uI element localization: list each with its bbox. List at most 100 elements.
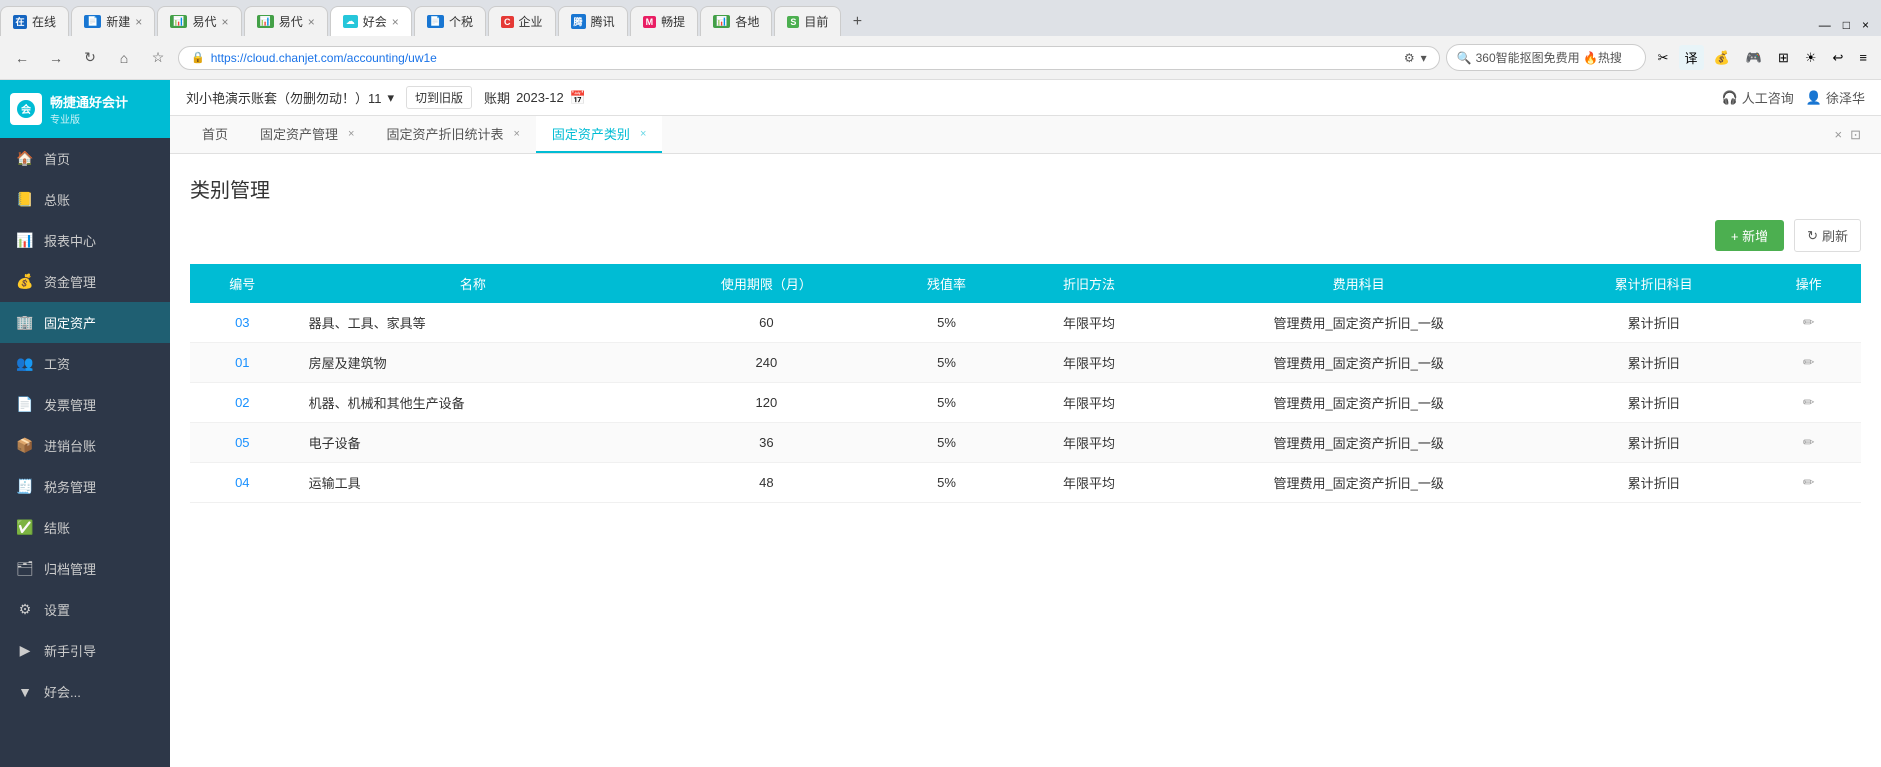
cell-period-0: 60	[651, 303, 882, 343]
browser-tab-3[interactable]: 📊 易代 ×	[157, 6, 241, 36]
translate-button[interactable]: 译	[1679, 45, 1704, 70]
home-button[interactable]: ⌂	[110, 44, 138, 72]
cell-expense-4: 管理费用_固定资产折旧_一级	[1166, 463, 1550, 503]
panel-expand-button[interactable]: ⊡	[1850, 127, 1861, 143]
browser-window-controls: — □ ×	[1815, 14, 1881, 36]
sidebar-item-inventory[interactable]: 📦 进销台账	[0, 425, 170, 466]
calendar-icon[interactable]: 📅	[570, 90, 586, 106]
tab-fixed-mgmt[interactable]: 固定资产管理 ×	[244, 116, 370, 153]
tab10-label: 各地	[735, 13, 759, 30]
edit-button-2[interactable]: ✏	[1803, 394, 1815, 410]
user-dropdown-icon[interactable]: ▾	[388, 90, 395, 106]
back-button[interactable]: ←	[8, 44, 36, 72]
sidebar-item-invoice[interactable]: 📄 发票管理	[0, 384, 170, 425]
refresh-icon: ↻	[1807, 228, 1818, 244]
tab5-close[interactable]: ×	[392, 15, 399, 29]
tab2-icon: 📄	[84, 15, 101, 28]
address-bar[interactable]: 🔒 https://cloud.chanjet.com/accounting/u…	[178, 46, 1440, 70]
sidebar-item-archive[interactable]: 🗂 归档管理	[0, 548, 170, 589]
sun-button[interactable]: ☀	[1799, 47, 1823, 69]
browser-tab-7[interactable]: C 企业	[488, 6, 556, 36]
edit-button-1[interactable]: ✏	[1803, 354, 1815, 370]
cell-action-1[interactable]: ✏	[1756, 343, 1861, 383]
browser-tab-4[interactable]: 📊 易代 ×	[244, 6, 328, 36]
edit-button-0[interactable]: ✏	[1803, 314, 1815, 330]
browser-tab-8[interactable]: 腾 腾讯	[558, 6, 628, 36]
more-icon: ▼	[16, 684, 34, 700]
sidebar-item-more[interactable]: ▼ 好会...	[0, 671, 170, 712]
maximize-button[interactable]: □	[1839, 14, 1854, 36]
tab9-label: 畅提	[661, 13, 685, 30]
new-tab-button[interactable]: +	[843, 8, 871, 36]
reload-button[interactable]: ↻	[76, 44, 104, 72]
cell-residual-3: 5%	[882, 423, 1012, 463]
minimize-button[interactable]: —	[1815, 14, 1835, 36]
address-bar-settings-icon[interactable]: ⚙	[1404, 51, 1415, 65]
tab6-icon: 📄	[427, 15, 444, 28]
game-button[interactable]: 🎮	[1740, 47, 1768, 69]
tab-category-close[interactable]: ×	[640, 128, 646, 140]
tab4-close[interactable]: ×	[308, 15, 315, 29]
browser-menu-button[interactable]: ≡	[1853, 47, 1873, 68]
cell-action-3[interactable]: ✏	[1756, 423, 1861, 463]
panel-close-button[interactable]: ×	[1835, 127, 1843, 143]
tab-depreciation[interactable]: 固定资产折旧统计表 ×	[370, 116, 535, 153]
sidebar-item-tax[interactable]: 🧾 税务管理	[0, 466, 170, 507]
cell-action-2[interactable]: ✏	[1756, 383, 1861, 423]
sidebar-archive-label: 归档管理	[44, 559, 96, 578]
sidebar-item-funds[interactable]: 💰 资金管理	[0, 261, 170, 302]
service-button[interactable]: 🎧 人工咨询	[1722, 88, 1794, 107]
browser-tab-11[interactable]: S 目前	[774, 6, 841, 36]
switch-version-button[interactable]: 切到旧版	[406, 86, 472, 109]
browser-tab-1[interactable]: 在 在线	[0, 6, 69, 36]
tab-fixed-mgmt-label: 固定资产管理	[260, 124, 338, 143]
cell-accumulated-2: 累计折旧	[1551, 383, 1756, 423]
sidebar-item-ledger[interactable]: 📒 总账	[0, 179, 170, 220]
browser-tab-9[interactable]: M 畅提	[630, 6, 699, 36]
sidebar-item-settings[interactable]: ⚙ 设置	[0, 589, 170, 630]
add-button[interactable]: + 新增	[1715, 220, 1784, 251]
close-window-button[interactable]: ×	[1858, 14, 1873, 36]
sidebar: 会 畅捷通好会计 专业版 🏠 首页 📒 总账 📊 报表中心 💰 资金管理 🏢 固…	[0, 80, 170, 767]
browser-tab-10[interactable]: 📊 各地	[700, 6, 772, 36]
table-row: 02 机器、机械和其他生产设备 120 5% 年限平均 管理费用_固定资产折旧_…	[190, 383, 1861, 423]
refresh-button[interactable]: ↻ 刷新	[1794, 219, 1861, 252]
address-bar-dropdown-icon[interactable]: ▾	[1421, 51, 1427, 65]
sidebar-item-reports[interactable]: 📊 报表中心	[0, 220, 170, 261]
grid-button[interactable]: ⊞	[1772, 47, 1795, 69]
sidebar-item-checkout[interactable]: ✅ 结账	[0, 507, 170, 548]
sidebar-item-guide[interactable]: ▶ 新手引导	[0, 630, 170, 671]
bookmark-button[interactable]: ☆	[144, 44, 172, 72]
sidebar-home-label: 首页	[44, 149, 70, 168]
tab-category[interactable]: 固定资产类别 ×	[536, 116, 662, 153]
cell-action-4[interactable]: ✏	[1756, 463, 1861, 503]
wallet-button[interactable]: 💰	[1708, 47, 1736, 69]
browser-tab-6[interactable]: 📄 个税	[414, 6, 486, 36]
table-row: 04 运输工具 48 5% 年限平均 管理费用_固定资产折旧_一级 累计折旧 ✏	[190, 463, 1861, 503]
tab-depreciation-close[interactable]: ×	[513, 128, 519, 140]
sidebar-item-home[interactable]: 🏠 首页	[0, 138, 170, 179]
cell-accumulated-1: 累计折旧	[1551, 343, 1756, 383]
undo-button[interactable]: ↩	[1827, 47, 1850, 69]
scissors-button[interactable]: ✂	[1652, 47, 1675, 69]
sidebar-item-payroll[interactable]: 👥 工资	[0, 343, 170, 384]
tab-home[interactable]: 首页	[186, 116, 244, 153]
cell-period-2: 120	[651, 383, 882, 423]
sidebar-funds-label: 资金管理	[44, 272, 96, 291]
tab10-icon: 📊	[713, 15, 730, 28]
tab2-close[interactable]: ×	[135, 15, 142, 29]
tab3-close[interactable]: ×	[222, 15, 229, 29]
sidebar-item-fixed-assets[interactable]: 🏢 固定资产	[0, 302, 170, 343]
home-icon: 🏠	[16, 150, 34, 167]
edit-button-3[interactable]: ✏	[1803, 434, 1815, 450]
browser-tab-2[interactable]: 📄 新建 ×	[71, 6, 155, 36]
search-bar[interactable]: 🔍 360智能抠图免费用 🔥热搜	[1446, 44, 1646, 71]
tab-home-label: 首页	[202, 124, 228, 143]
forward-button[interactable]: →	[42, 44, 70, 72]
cell-action-0[interactable]: ✏	[1756, 303, 1861, 343]
edit-button-4[interactable]: ✏	[1803, 474, 1815, 490]
cell-accumulated-4: 累计折旧	[1551, 463, 1756, 503]
browser-tab-5[interactable]: ☁ 好会 ×	[330, 6, 412, 36]
user-avatar-button[interactable]: 👤 徐泽华	[1806, 88, 1865, 107]
tab-fixed-mgmt-close[interactable]: ×	[348, 128, 354, 140]
